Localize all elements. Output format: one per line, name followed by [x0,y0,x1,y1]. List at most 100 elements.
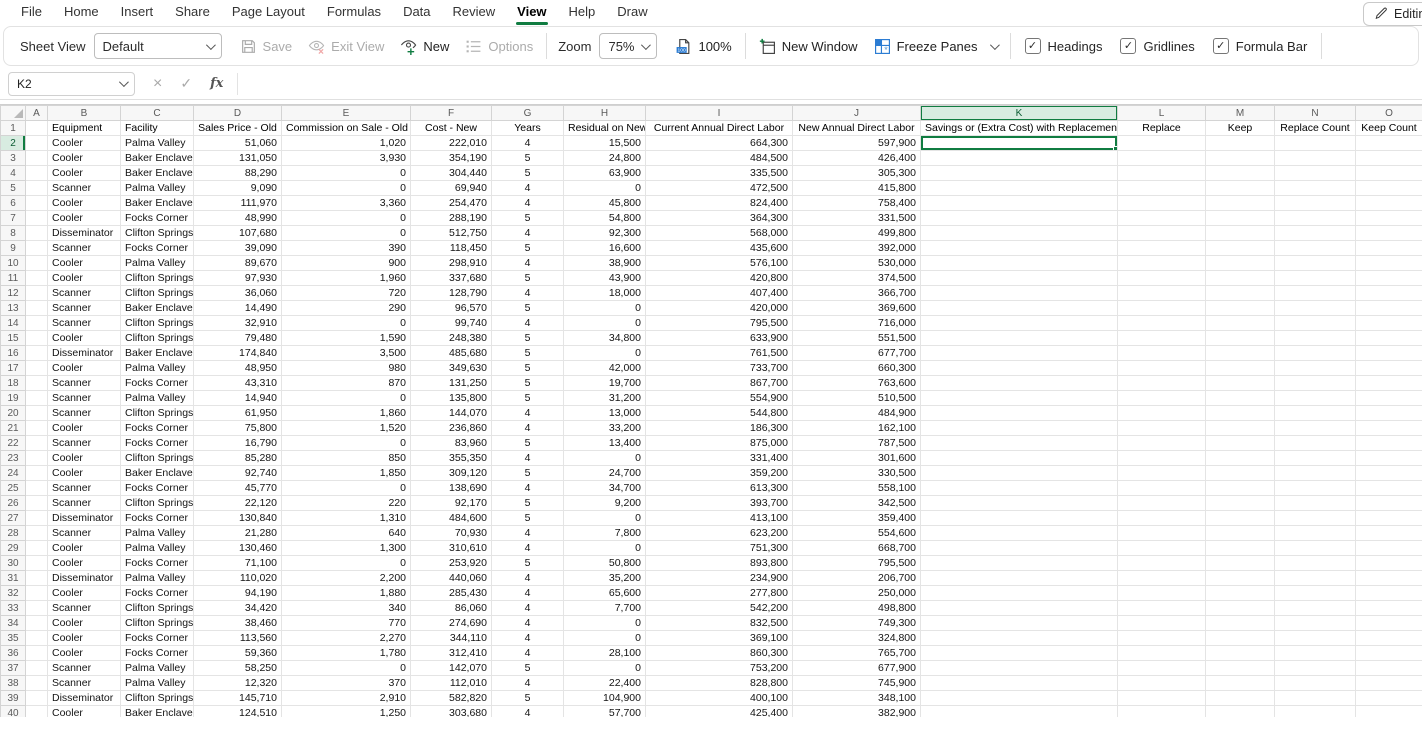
row-header-17[interactable]: 17 [0,360,26,376]
cell-C16[interactable]: Baker Enclave [120,345,194,361]
cell-H25[interactable]: 34,700 [563,480,646,496]
cell-J21[interactable]: 162,100 [792,420,921,436]
cell-G38[interactable]: 4 [491,675,564,691]
cell-C11[interactable]: Clifton Springs [120,270,194,286]
cell-I29[interactable]: 751,300 [645,540,793,556]
cell-F23[interactable]: 355,350 [410,450,492,466]
cell-N32[interactable] [1274,585,1356,601]
cell-L32[interactable] [1117,585,1206,601]
cell-I35[interactable]: 369,100 [645,630,793,646]
cell-A17[interactable] [25,360,48,376]
cell-J4[interactable]: 305,300 [792,165,921,181]
cell-C36[interactable]: Focks Corner [120,645,194,661]
row-header-15[interactable]: 15 [0,330,26,346]
cell-H6[interactable]: 45,800 [563,195,646,211]
column-header-G[interactable]: G [491,105,564,121]
cell-C9[interactable]: Focks Corner [120,240,194,256]
cell-O36[interactable] [1355,645,1422,661]
cell-K29[interactable] [920,540,1118,556]
cell-M2[interactable] [1205,135,1275,151]
cell-B21[interactable]: Cooler [47,420,121,436]
cell-H3[interactable]: 24,800 [563,150,646,166]
cell-N27[interactable] [1274,510,1356,526]
cell-N29[interactable] [1274,540,1356,556]
cell-B12[interactable]: Scanner [47,285,121,301]
cell-J10[interactable]: 530,000 [792,255,921,271]
cell-H29[interactable]: 0 [563,540,646,556]
cell-D18[interactable]: 43,310 [193,375,282,391]
cell-E28[interactable]: 640 [281,525,411,541]
cell-O13[interactable] [1355,300,1422,316]
cell-K5[interactable] [920,180,1118,196]
cell-I38[interactable]: 828,800 [645,675,793,691]
cell-K6[interactable] [920,195,1118,211]
cell-A10[interactable] [25,255,48,271]
cell-F13[interactable]: 96,570 [410,300,492,316]
cell-J37[interactable]: 677,900 [792,660,921,676]
cell-A26[interactable] [25,495,48,511]
cell-L33[interactable] [1117,600,1206,616]
cell-L14[interactable] [1117,315,1206,331]
cell-J26[interactable]: 342,500 [792,495,921,511]
cell-J9[interactable]: 392,000 [792,240,921,256]
row-header-6[interactable]: 6 [0,195,26,211]
cell-E20[interactable]: 1,860 [281,405,411,421]
row-header-20[interactable]: 20 [0,405,26,421]
cell-H20[interactable]: 13,000 [563,405,646,421]
cell-C33[interactable]: Clifton Springs [120,600,194,616]
cell-O40[interactable] [1355,705,1422,717]
view-options-button[interactable]: Options [457,31,541,61]
cell-N9[interactable] [1274,240,1356,256]
cell-G40[interactable]: 4 [491,705,564,717]
cell-K2[interactable] [920,135,1118,151]
cell-J11[interactable]: 374,500 [792,270,921,286]
cell-H13[interactable]: 0 [563,300,646,316]
cell-D26[interactable]: 22,120 [193,495,282,511]
confirm-entry-icon[interactable]: ✓ [180,75,192,92]
cell-O7[interactable] [1355,210,1422,226]
cell-M1[interactable]: Keep [1205,120,1275,136]
cell-G3[interactable]: 5 [491,150,564,166]
row-header-3[interactable]: 3 [0,150,26,166]
cell-L27[interactable] [1117,510,1206,526]
cell-L24[interactable] [1117,465,1206,481]
cell-N26[interactable] [1274,495,1356,511]
cell-J6[interactable]: 758,400 [792,195,921,211]
cell-B13[interactable]: Scanner [47,300,121,316]
cell-B25[interactable]: Scanner [47,480,121,496]
cell-I24[interactable]: 359,200 [645,465,793,481]
cell-O29[interactable] [1355,540,1422,556]
cell-J20[interactable]: 484,900 [792,405,921,421]
cell-K14[interactable] [920,315,1118,331]
cell-M30[interactable] [1205,555,1275,571]
cell-F22[interactable]: 83,960 [410,435,492,451]
cell-A27[interactable] [25,510,48,526]
cell-M7[interactable] [1205,210,1275,226]
formula-input[interactable] [238,68,1422,99]
cell-E7[interactable]: 0 [281,210,411,226]
cell-M11[interactable] [1205,270,1275,286]
cell-K23[interactable] [920,450,1118,466]
cell-L30[interactable] [1117,555,1206,571]
cell-C29[interactable]: Palma Valley [120,540,194,556]
cell-I33[interactable]: 542,200 [645,600,793,616]
cell-G1[interactable]: Years [491,120,564,136]
row-header-29[interactable]: 29 [0,540,26,556]
cell-D16[interactable]: 174,840 [193,345,282,361]
cell-E21[interactable]: 1,520 [281,420,411,436]
cell-J15[interactable]: 551,500 [792,330,921,346]
cell-N21[interactable] [1274,420,1356,436]
cell-D19[interactable]: 14,940 [193,390,282,406]
cell-G18[interactable]: 5 [491,375,564,391]
cell-D9[interactable]: 39,090 [193,240,282,256]
cell-F34[interactable]: 274,690 [410,615,492,631]
row-header-22[interactable]: 22 [0,435,26,451]
cell-F8[interactable]: 512,750 [410,225,492,241]
cell-K31[interactable] [920,570,1118,586]
cell-E17[interactable]: 980 [281,360,411,376]
cell-F40[interactable]: 303,680 [410,705,492,717]
cell-N37[interactable] [1274,660,1356,676]
cell-B22[interactable]: Scanner [47,435,121,451]
cell-N7[interactable] [1274,210,1356,226]
gridlines-checkbox-item[interactable]: ✓ Gridlines [1111,38,1203,54]
